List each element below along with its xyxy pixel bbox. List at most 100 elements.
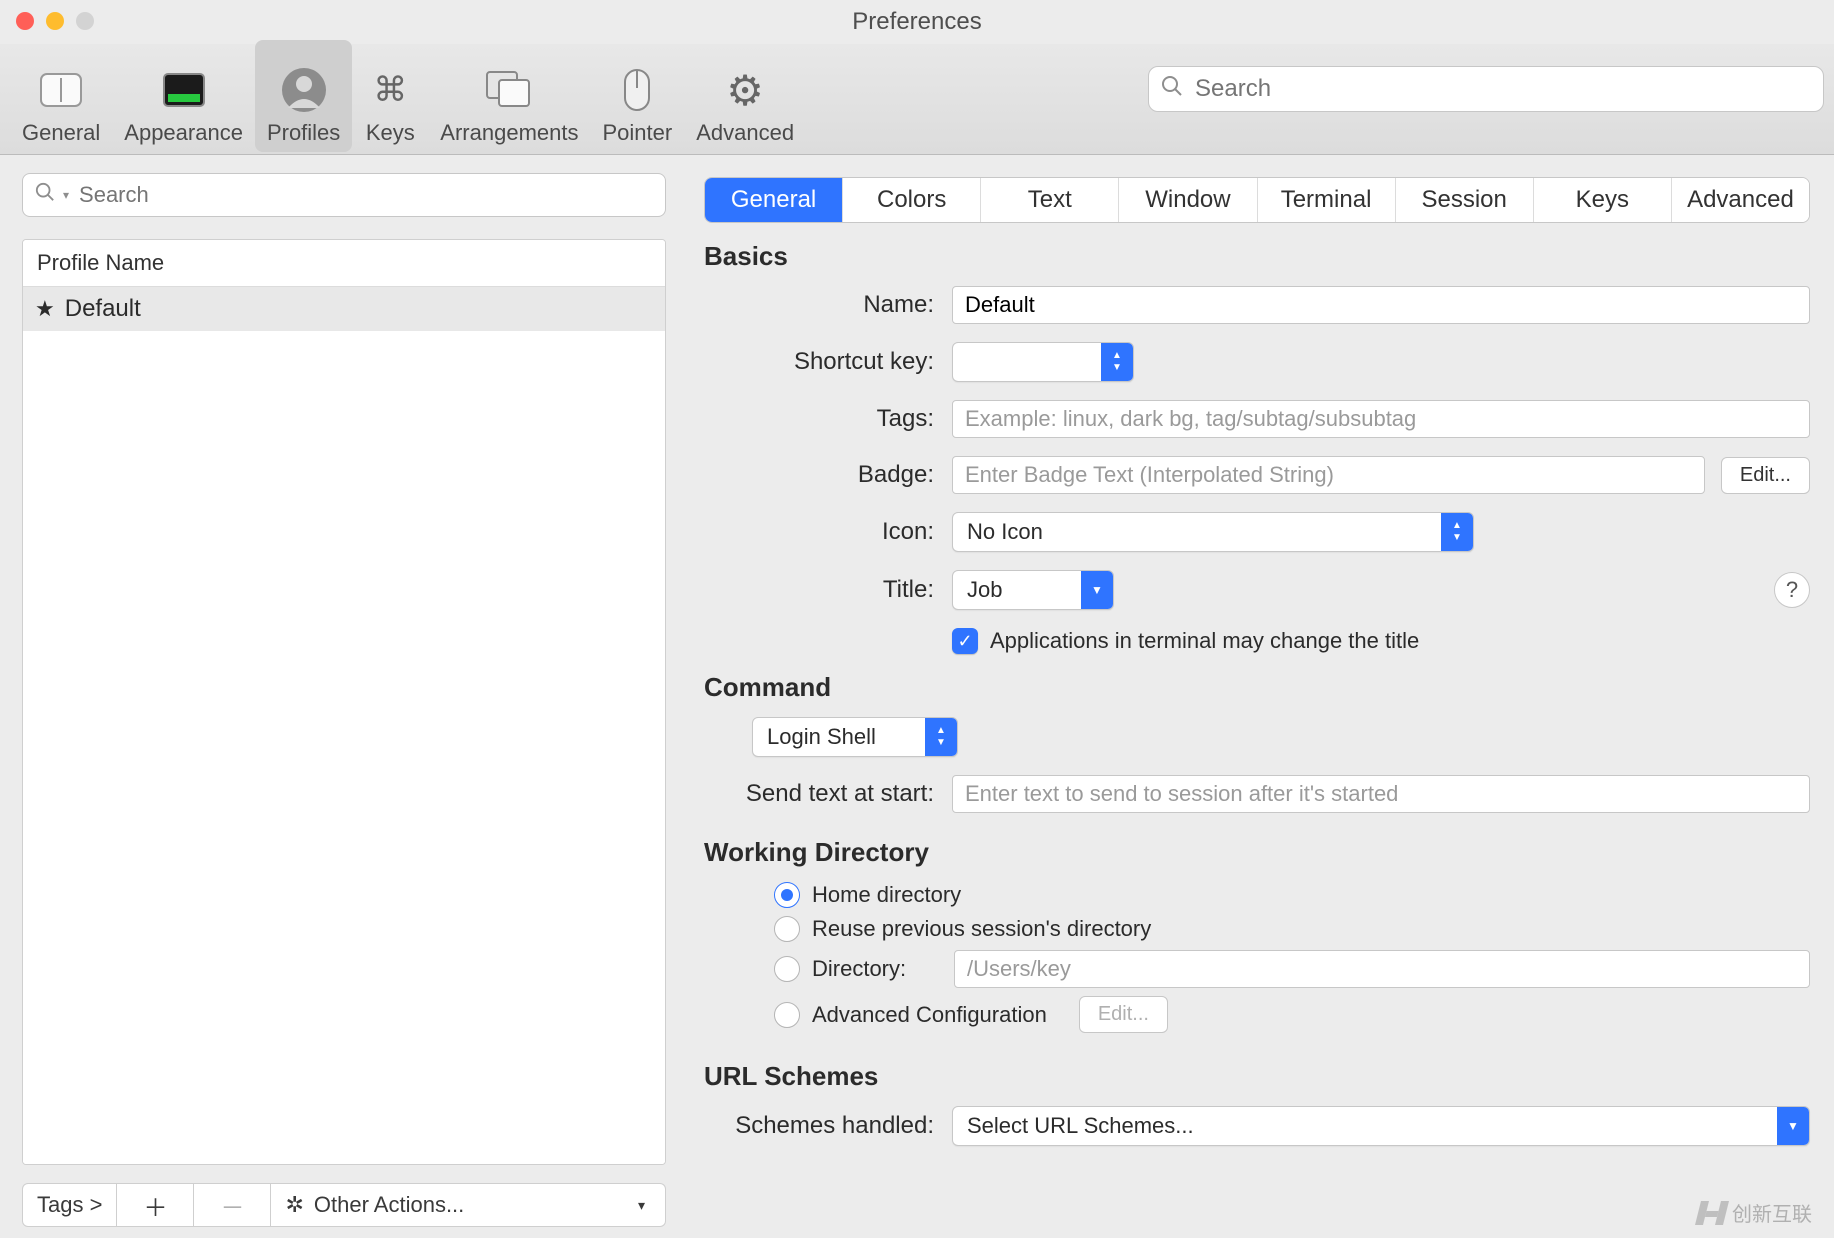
- title-change-checkbox[interactable]: ✓ Applications in terminal may change th…: [952, 628, 1419, 654]
- other-actions-label: Other Actions...: [314, 1192, 464, 1218]
- url-schemes-select[interactable]: Select URL Schemes... ▼: [952, 1106, 1810, 1146]
- radio-icon: [774, 1002, 800, 1028]
- watermark-icon: [1695, 1201, 1729, 1225]
- tab-general-label: General: [22, 120, 100, 146]
- tab-general[interactable]: General: [705, 178, 843, 222]
- tab-profiles[interactable]: Profiles: [255, 40, 352, 152]
- url-schemes-value: Select URL Schemes...: [953, 1113, 1208, 1139]
- name-input[interactable]: [952, 286, 1810, 324]
- tab-window[interactable]: Window: [1119, 178, 1257, 222]
- chevron-down-icon[interactable]: ▾: [63, 188, 69, 202]
- radio-directory-label: Directory:: [812, 956, 932, 982]
- tab-pointer-label: Pointer: [602, 120, 672, 146]
- add-profile-button[interactable]: ＋: [117, 1183, 194, 1227]
- send-text-input[interactable]: [952, 775, 1810, 813]
- tab-appearance[interactable]: Appearance: [112, 40, 255, 152]
- tab-general[interactable]: General: [10, 40, 112, 152]
- tags-label: Tags:: [704, 405, 934, 433]
- chevron-down-icon: ▼: [1777, 1107, 1809, 1145]
- profile-tabs: General Colors Text Window Terminal Sess…: [704, 177, 1810, 223]
- icon-value: No Icon: [953, 519, 1057, 545]
- tab-text[interactable]: Text: [981, 178, 1119, 222]
- section-workdir: Working Directory: [704, 837, 1810, 868]
- tags-button[interactable]: Tags >: [22, 1183, 117, 1227]
- star-icon: ★: [35, 296, 55, 322]
- name-label: Name:: [704, 291, 934, 319]
- radio-home-dir[interactable]: Home directory: [774, 882, 1810, 908]
- tab-arrangements[interactable]: Arrangements: [428, 40, 590, 152]
- titlebar: Preferences: [0, 0, 1834, 44]
- shell-value: Login Shell: [753, 724, 890, 750]
- profile-settings: General Colors Text Window Terminal Sess…: [680, 155, 1834, 1238]
- shortcut-select[interactable]: ▲▼: [952, 342, 1134, 382]
- tab-keys[interactable]: Keys: [1534, 178, 1672, 222]
- title-label: Title:: [704, 576, 934, 604]
- tab-pointer[interactable]: Pointer: [590, 40, 684, 152]
- radio-reuse-label: Reuse previous session's directory: [812, 916, 1151, 942]
- watermark-text: 创新互联: [1732, 1198, 1812, 1227]
- badge-edit-button[interactable]: Edit...: [1721, 457, 1810, 494]
- traffic-lights: [16, 12, 94, 30]
- help-button[interactable]: ?: [1774, 572, 1810, 608]
- radio-advanced-label: Advanced Configuration: [812, 1002, 1047, 1028]
- general-icon: [35, 64, 87, 116]
- tab-colors[interactable]: Colors: [843, 178, 981, 222]
- section-url: URL Schemes: [704, 1061, 1810, 1092]
- keys-icon: ⌘: [364, 64, 416, 116]
- stepper-icon: ▲▼: [1101, 343, 1133, 381]
- profile-row[interactable]: ★ Default: [23, 287, 665, 331]
- zoom-icon[interactable]: [76, 12, 94, 30]
- tab-session[interactable]: Session: [1396, 178, 1534, 222]
- icon-select[interactable]: No Icon ▲▼: [952, 512, 1474, 552]
- title-value: Job: [953, 577, 1016, 603]
- profile-table-empty: [23, 331, 665, 1164]
- profile-name-header: Profile Name: [37, 250, 651, 276]
- directory-input[interactable]: [954, 950, 1810, 988]
- title-select[interactable]: Job ▼: [952, 570, 1114, 610]
- icon-label: Icon:: [704, 518, 934, 546]
- pointer-icon: [611, 64, 663, 116]
- close-icon[interactable]: [16, 12, 34, 30]
- profile-footer: Tags > ＋ － ✲ Other Actions... ▾: [22, 1183, 666, 1227]
- radio-reuse-dir[interactable]: Reuse previous session's directory: [774, 916, 1810, 942]
- tab-terminal[interactable]: Terminal: [1258, 178, 1396, 222]
- tab-advanced-label: Advanced: [696, 120, 794, 146]
- advanced-edit-button[interactable]: Edit...: [1079, 996, 1168, 1033]
- other-actions-button[interactable]: ✲ Other Actions... ▾: [271, 1183, 666, 1227]
- tab-advanced[interactable]: ⚙ Advanced: [684, 40, 806, 152]
- minimize-icon[interactable]: [46, 12, 64, 30]
- radio-advanced[interactable]: Advanced Configuration Edit...: [774, 996, 1810, 1033]
- tab-arrangements-label: Arrangements: [440, 120, 578, 146]
- remove-profile-button[interactable]: －: [194, 1183, 271, 1227]
- section-command: Command: [704, 672, 1810, 703]
- stepper-icon: ▲▼: [925, 718, 957, 756]
- radio-directory[interactable]: Directory:: [774, 950, 1810, 988]
- tab-keys[interactable]: ⌘ Keys: [352, 40, 428, 152]
- profiles-icon: [278, 64, 330, 116]
- profile-search[interactable]: ▾: [22, 173, 666, 217]
- shell-select[interactable]: Login Shell ▲▼: [752, 717, 958, 757]
- profile-row-label: Default: [65, 295, 141, 323]
- send-text-label: Send text at start:: [704, 780, 934, 808]
- toolbar-search-input[interactable]: [1193, 74, 1811, 104]
- check-icon: ✓: [952, 628, 978, 654]
- profile-table-header[interactable]: Profile Name: [23, 240, 665, 287]
- tab-keys-label: Keys: [366, 120, 415, 146]
- badge-input[interactable]: [952, 456, 1705, 494]
- arrangements-icon: [483, 64, 535, 116]
- url-schemes-label: Schemes handled:: [704, 1112, 934, 1140]
- profile-sidebar: ▾ Profile Name ★ Default Tags > ＋ － ✲ Ot…: [0, 155, 680, 1238]
- gear-icon: ✲: [285, 1192, 303, 1218]
- profile-search-input[interactable]: [77, 181, 653, 209]
- radio-icon: [774, 916, 800, 942]
- radio-icon: [774, 956, 800, 982]
- radio-icon: [774, 882, 800, 908]
- toolbar-search[interactable]: [1148, 66, 1824, 112]
- window-title: Preferences: [0, 8, 1834, 36]
- tab-advanced[interactable]: Advanced: [1672, 178, 1809, 222]
- appearance-icon: [158, 64, 210, 116]
- tags-input[interactable]: [952, 400, 1810, 438]
- watermark: 创新互联: [1698, 1198, 1812, 1227]
- search-icon: [35, 182, 55, 208]
- shortcut-label: Shortcut key:: [704, 348, 934, 376]
